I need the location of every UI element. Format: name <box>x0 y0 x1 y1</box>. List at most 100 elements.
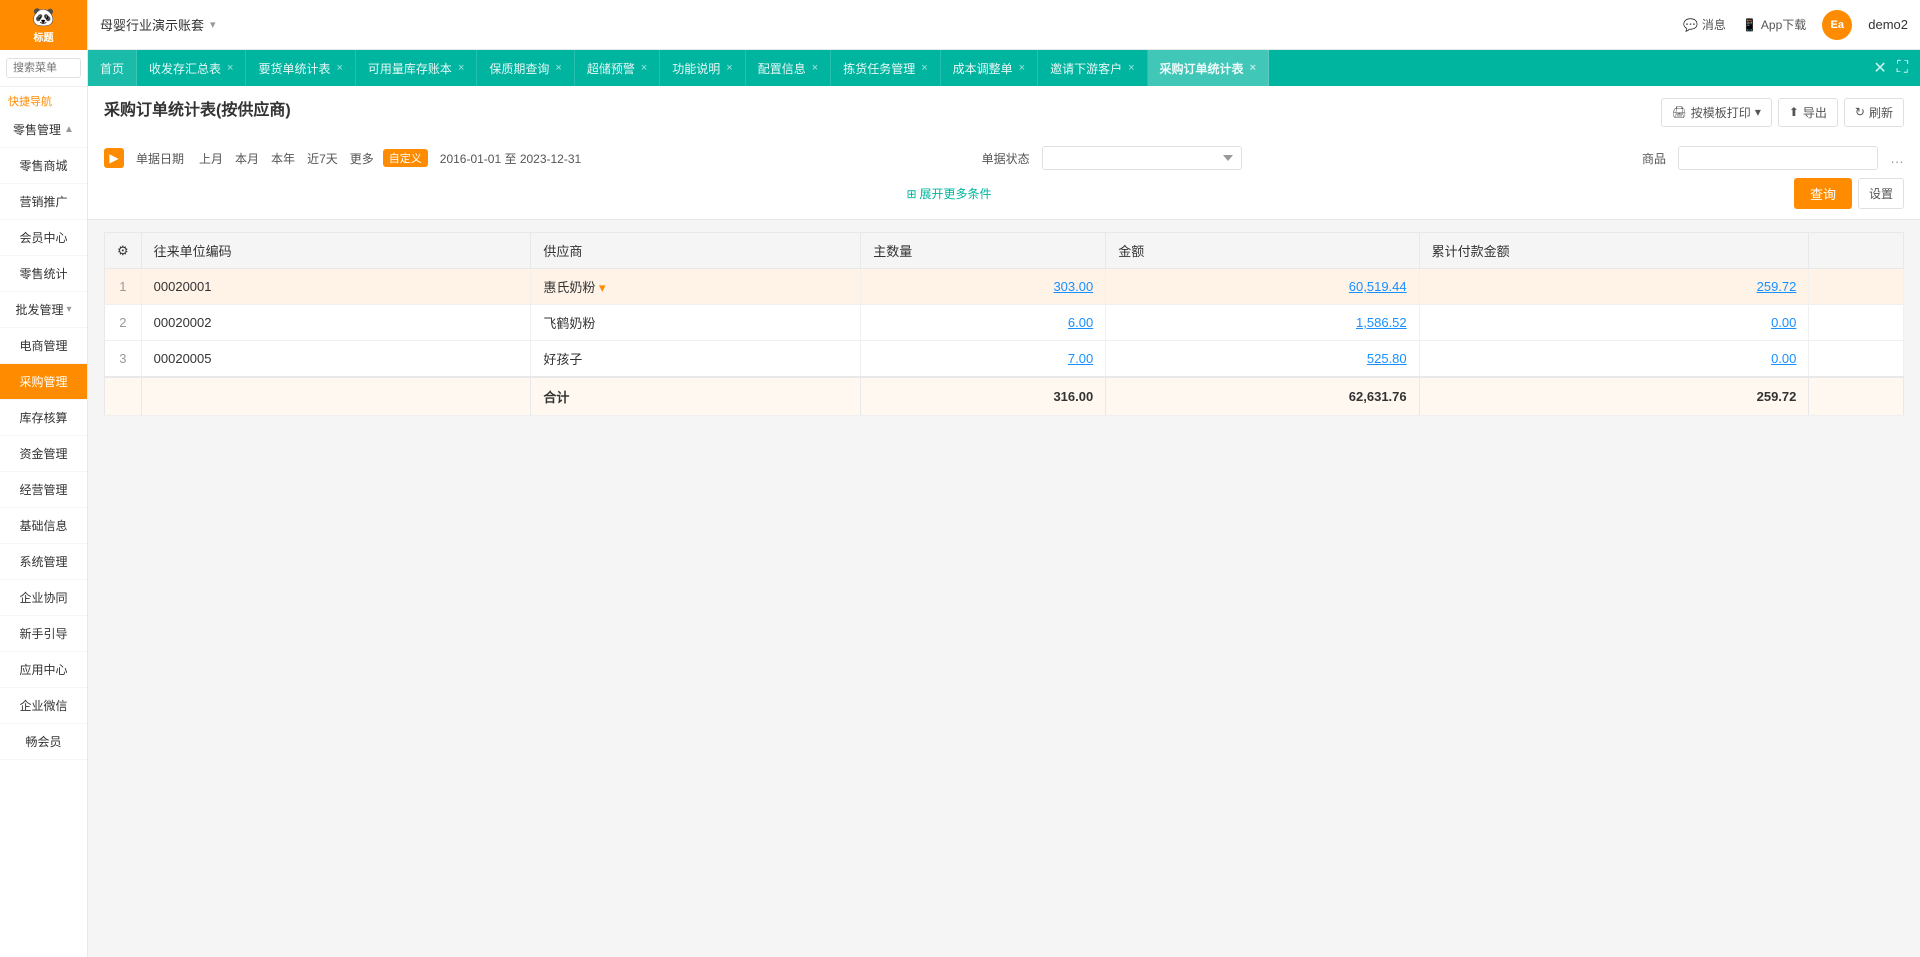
tab-label: 保质期查询 <box>489 60 549 77</box>
col-empty <box>1809 233 1904 269</box>
sidebar-item-member[interactable]: 会员中心 <box>0 220 87 256</box>
sidebar-item-wholesale[interactable]: 批发管理 ▾ <box>0 292 87 328</box>
tab-close-icon[interactable]: × <box>555 62 561 74</box>
print-arrow: ▾ <box>1755 105 1761 119</box>
tab-function-desc[interactable]: 功能说明 × <box>660 50 745 86</box>
tab-close-icon[interactable]: × <box>641 62 647 74</box>
tab-invite-downstream[interactable]: 邀请下游客户 × <box>1038 50 1147 86</box>
tab-close-icon[interactable]: × <box>227 62 233 74</box>
tab-available-stock[interactable]: 可用量库存账本 × <box>356 50 477 86</box>
date-custom-badge[interactable]: 自定义 <box>383 149 428 167</box>
tab-cost-adjust[interactable]: 成本调整单 × <box>941 50 1038 86</box>
col-settings[interactable]: ⚙ <box>105 233 142 269</box>
sidebar-item-retail-store[interactable]: 零售商城 <box>0 148 87 184</box>
unit-code-1: 00020001 <box>141 269 531 305</box>
date-label: 单据日期 <box>136 150 184 167</box>
main-qty-3[interactable]: 7.00 <box>861 341 1106 378</box>
search-input[interactable] <box>6 58 81 78</box>
amount-3[interactable]: 525.80 <box>1106 341 1419 378</box>
tab-close-icon[interactable]: × <box>458 62 464 74</box>
tab-overstock-alert[interactable]: 超储预警 × <box>575 50 660 86</box>
date-shortcut-this-year[interactable]: 本年 <box>268 149 298 168</box>
filter-row-2: ⊞ 展开更多条件 查询 设置 <box>104 178 1904 209</box>
tab-receive-summary[interactable]: 收发存汇总表 × <box>137 50 246 86</box>
sidebar-item-label: 零售管理 <box>13 121 61 138</box>
row-expand-arrow-1[interactable]: ▾ <box>599 280 606 295</box>
sidebar-item-purchase[interactable]: 采购管理 <box>0 364 87 400</box>
sidebar-item-operations[interactable]: 经营管理 <box>0 472 87 508</box>
main-qty-2[interactable]: 6.00 <box>861 305 1106 341</box>
query-button[interactable]: 查询 <box>1794 178 1852 209</box>
sidebar-item-system[interactable]: 系统管理 <box>0 544 87 580</box>
logo-icon: 🐼 <box>32 7 54 28</box>
tab-close-icon[interactable]: × <box>1128 62 1134 74</box>
date-shortcuts: 上月 本月 本年 近7天 更多 自定义 <box>196 149 428 168</box>
tab-close-icon[interactable]: × <box>1250 62 1256 74</box>
sidebar-item-marketing[interactable]: 营销推广 <box>0 184 87 220</box>
sidebar-item-newbie[interactable]: 新手引导 <box>0 616 87 652</box>
message-button[interactable]: 💬 消息 <box>1683 16 1726 33</box>
tab-purchase-summary[interactable]: 采购订单统计表 × <box>1148 50 1269 86</box>
workspace-selector[interactable]: 母婴行业演示账套 ▾ <box>100 15 216 34</box>
settings-button[interactable]: 设置 <box>1858 178 1904 209</box>
tab-close-icon[interactable]: × <box>812 62 818 74</box>
tab-config-info[interactable]: 配置信息 × <box>746 50 831 86</box>
refresh-button[interactable]: ↻ 刷新 <box>1844 98 1904 127</box>
sidebar-item-enterprise-wx[interactable]: 企业微信 <box>0 688 87 724</box>
print-button[interactable]: 🖨 按模板打印 ▾ <box>1661 98 1772 127</box>
filter-toggle-button[interactable]: ▶ <box>104 148 124 168</box>
paid-amount-3[interactable]: 0.00 <box>1419 341 1809 378</box>
sidebar-item-label: 应用中心 <box>19 661 67 678</box>
sidebar-item-retail[interactable]: 零售管理 ▲ <box>0 112 87 148</box>
maximize-tab-button[interactable]: ⛶ <box>1893 57 1912 79</box>
sidebar-item-ecommerce[interactable]: 电商管理 <box>0 328 87 364</box>
tab-picking-task[interactable]: 拣货任务管理 × <box>831 50 940 86</box>
goods-more-icon[interactable]: … <box>1890 150 1904 166</box>
sidebar-item-basic[interactable]: 基础信息 <box>0 508 87 544</box>
sidebar-item-finance[interactable]: 资金管理 <box>0 436 87 472</box>
topbar: 母婴行业演示账套 ▾ 💬 消息 📱 App下载 Ea demo2 <box>88 0 1920 50</box>
right-actions: 🖨 按模板打印 ▾ ⬆ 导出 ↻ 刷新 <box>1661 98 1904 127</box>
paid-amount-1[interactable]: 259.72 <box>1419 269 1809 305</box>
tab-validity-query[interactable]: 保质期查询 × <box>477 50 574 86</box>
tab-home[interactable]: 首页 <box>88 50 137 86</box>
expand-more-button[interactable]: ⊞ 展开更多条件 <box>906 185 991 202</box>
amount-1[interactable]: 60,519.44 <box>1106 269 1419 305</box>
avatar[interactable]: Ea <box>1822 10 1852 40</box>
date-shortcut-this-month[interactable]: 本月 <box>232 149 262 168</box>
amount-2[interactable]: 1,586.52 <box>1106 305 1419 341</box>
expand-arrow-wholesale: ▾ <box>66 304 71 315</box>
goods-label: 商品 <box>1642 150 1666 167</box>
sidebar-item-retail-stats[interactable]: 零售统计 <box>0 256 87 292</box>
date-shortcut-last-month[interactable]: 上月 <box>196 149 226 168</box>
main-qty-1[interactable]: 303.00 <box>861 269 1106 305</box>
app-download-button[interactable]: 📱 App下载 <box>1742 16 1806 33</box>
row-num-1: 1 <box>105 269 142 305</box>
tab-close-icon[interactable]: × <box>921 62 927 74</box>
export-button[interactable]: ⬆ 导出 <box>1778 98 1838 127</box>
date-shortcut-more[interactable]: 更多 <box>347 149 377 168</box>
supplier-name-1: 惠氏奶粉 <box>543 280 595 295</box>
refresh-label: 刷新 <box>1869 104 1893 121</box>
tab-close-icon[interactable]: × <box>1019 62 1025 74</box>
tab-order-summary[interactable]: 要货单统计表 × <box>246 50 355 86</box>
goods-input[interactable] <box>1678 146 1878 170</box>
table-header-row: ⚙ 往来单位编码 供应商 主数量 金额 累计付款金额 <box>105 233 1904 269</box>
status-select[interactable] <box>1042 146 1242 170</box>
sidebar-item-member2[interactable]: 畅会员 <box>0 724 87 760</box>
sidebar-item-inventory[interactable]: 库存核算 <box>0 400 87 436</box>
sidebar-item-app-center[interactable]: 应用中心 <box>0 652 87 688</box>
sidebar-item-enterprise[interactable]: 企业协同 <box>0 580 87 616</box>
logo-text: 标题 <box>34 29 54 44</box>
tab-close-icon[interactable]: × <box>726 62 732 74</box>
close-tab-button[interactable]: ✕ <box>1869 56 1890 80</box>
logo-area[interactable]: 🐼 标题 <box>0 0 87 50</box>
tab-label: 收发存汇总表 <box>149 60 221 77</box>
sidebar-nav-label[interactable]: 快捷导航 <box>0 87 87 112</box>
tab-close-icon[interactable]: × <box>336 62 342 74</box>
paid-amount-2[interactable]: 0.00 <box>1419 305 1809 341</box>
date-shortcut-7days[interactable]: 近7天 <box>304 149 341 168</box>
table-row: 1 00020001 惠氏奶粉 ▾ 303.00 60,519.44 259.7… <box>105 269 1904 305</box>
footer-main-qty: 316.00 <box>861 377 1106 416</box>
sidebar-item-label: 经营管理 <box>19 481 67 498</box>
